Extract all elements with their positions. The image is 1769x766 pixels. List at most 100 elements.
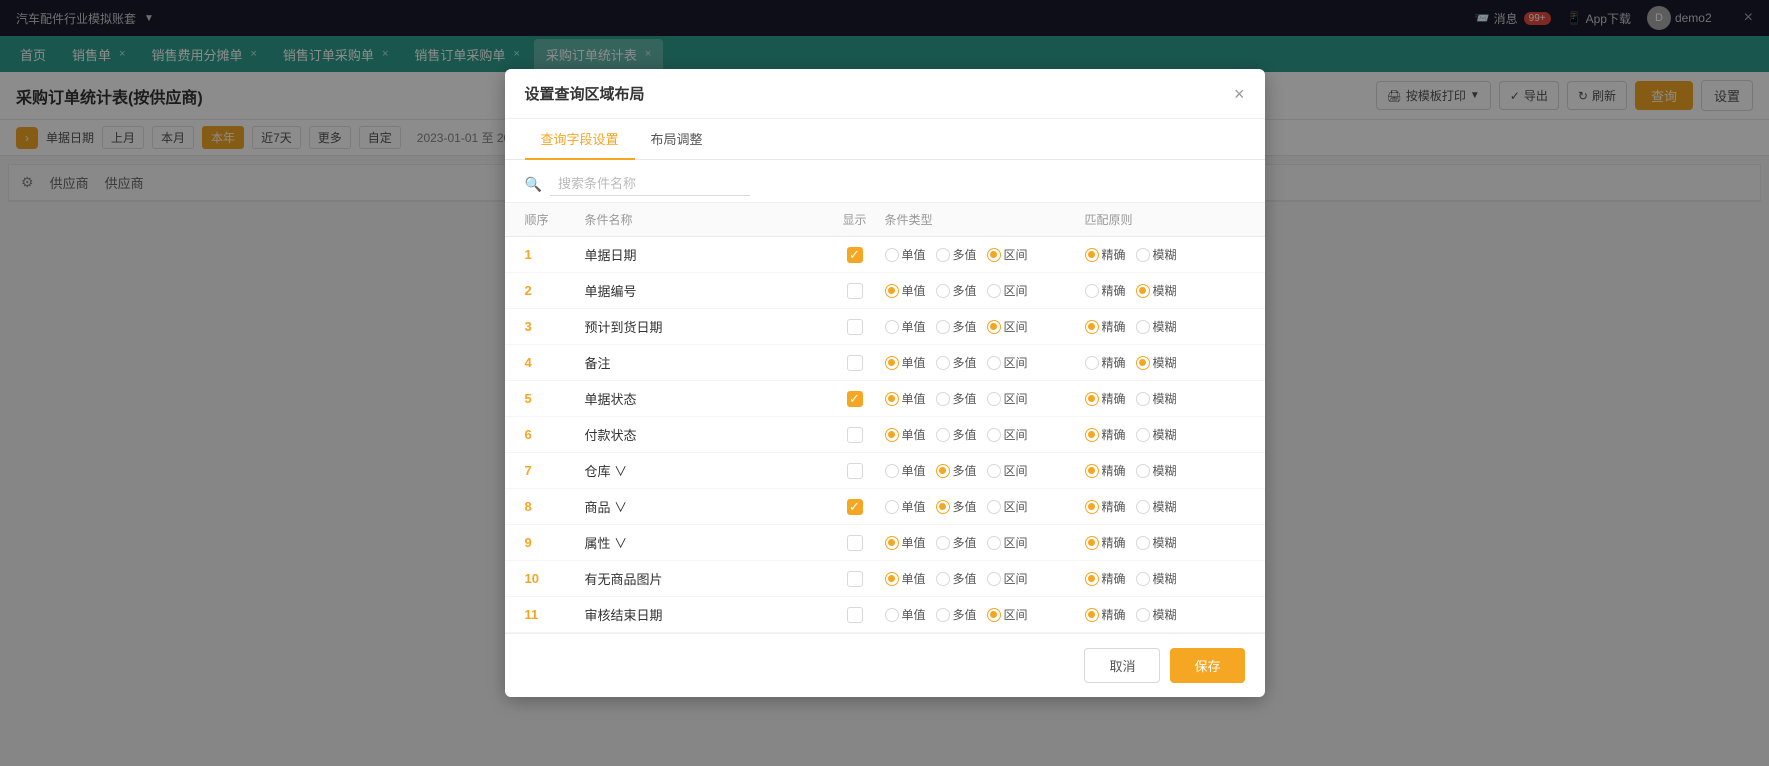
type-option-区间[interactable]: 区间 — [987, 390, 1028, 407]
type-option-单值[interactable]: 单值 — [885, 426, 926, 443]
type-option-多值[interactable]: 多值 — [936, 282, 977, 299]
checkbox-display-4[interactable] — [847, 355, 863, 371]
checkbox-display-5[interactable]: ✓ — [847, 391, 863, 407]
checkbox-display-1[interactable]: ✓ — [847, 247, 863, 263]
type-option-多值[interactable]: 多值 — [936, 606, 977, 623]
condition-display-11[interactable] — [825, 607, 885, 623]
condition-display-1[interactable]: ✓ — [825, 247, 885, 263]
checkbox-display-3[interactable] — [847, 319, 863, 335]
type-option-区间[interactable]: 区间 — [987, 426, 1028, 443]
match-option-精确[interactable]: 精确 — [1085, 354, 1126, 371]
type-option-多值[interactable]: 多值 — [936, 246, 977, 263]
checkbox-display-6[interactable] — [847, 427, 863, 443]
type-option-区间[interactable]: 区间 — [987, 318, 1028, 335]
search-input[interactable] — [550, 172, 750, 196]
checkbox-display-10[interactable] — [847, 571, 863, 587]
condition-row: 2单据编号单值多值区间精确模糊 — [505, 273, 1265, 309]
match-option-精确[interactable]: 精确 — [1085, 462, 1126, 479]
type-option-单值[interactable]: 单值 — [885, 534, 926, 551]
match-option-模糊[interactable]: 模糊 — [1136, 498, 1177, 515]
type-option-单值[interactable]: 单值 — [885, 390, 926, 407]
condition-order-1: 1 — [525, 247, 585, 262]
condition-match-5: 精确模糊 — [1085, 390, 1245, 407]
condition-display-9[interactable] — [825, 535, 885, 551]
condition-display-7[interactable] — [825, 463, 885, 479]
checkbox-display-2[interactable] — [847, 283, 863, 299]
type-option-区间[interactable]: 区间 — [987, 498, 1028, 515]
type-option-区间[interactable]: 区间 — [987, 282, 1028, 299]
type-option-单值[interactable]: 单值 — [885, 318, 926, 335]
type-option-多值[interactable]: 多值 — [936, 462, 977, 479]
type-option-多值[interactable]: 多值 — [936, 390, 977, 407]
radio-circle-match-模糊 — [1136, 500, 1150, 514]
condition-display-5[interactable]: ✓ — [825, 391, 885, 407]
type-option-多值[interactable]: 多值 — [936, 318, 977, 335]
match-option-精确[interactable]: 精确 — [1085, 318, 1126, 335]
radio-circle-match-精确 — [1085, 536, 1099, 550]
condition-display-4[interactable] — [825, 355, 885, 371]
type-option-区间[interactable]: 区间 — [987, 246, 1028, 263]
condition-display-10[interactable] — [825, 571, 885, 587]
condition-name-8: 商品 ∨ — [585, 497, 825, 516]
condition-display-8[interactable]: ✓ — [825, 499, 885, 515]
radio-circle-type-多值 — [936, 536, 950, 550]
condition-row: 7仓库 ∨单值多值区间精确模糊 — [505, 453, 1265, 489]
type-option-单值[interactable]: 单值 — [885, 498, 926, 515]
checkbox-display-7[interactable] — [847, 463, 863, 479]
radio-circle-type-单值 — [885, 248, 899, 262]
checkbox-display-11[interactable] — [847, 607, 863, 623]
condition-type-8: 单值多值区间 — [885, 498, 1085, 515]
type-option-单值[interactable]: 单值 — [885, 570, 926, 587]
type-option-单值[interactable]: 单值 — [885, 282, 926, 299]
type-option-多值[interactable]: 多值 — [936, 534, 977, 551]
match-option-模糊[interactable]: 模糊 — [1136, 318, 1177, 335]
match-option-精确[interactable]: 精确 — [1085, 426, 1126, 443]
match-option-精确[interactable]: 精确 — [1085, 282, 1126, 299]
match-option-精确[interactable]: 精确 — [1085, 498, 1126, 515]
dialog-tab-query-fields[interactable]: 查询字段设置 — [525, 119, 635, 160]
type-option-区间[interactable]: 区间 — [987, 462, 1028, 479]
type-option-区间[interactable]: 区间 — [987, 570, 1028, 587]
match-option-精确[interactable]: 精确 — [1085, 390, 1126, 407]
radio-circle-match-精确 — [1085, 356, 1099, 370]
type-option-单值[interactable]: 单值 — [885, 606, 926, 623]
type-option-多值[interactable]: 多值 — [936, 498, 977, 515]
match-option-精确[interactable]: 精确 — [1085, 606, 1126, 623]
condition-match-8: 精确模糊 — [1085, 498, 1245, 515]
type-option-区间[interactable]: 区间 — [987, 606, 1028, 623]
type-option-区间[interactable]: 区间 — [987, 534, 1028, 551]
checkbox-display-8[interactable]: ✓ — [847, 499, 863, 515]
type-option-单值[interactable]: 单值 — [885, 354, 926, 371]
match-option-模糊[interactable]: 模糊 — [1136, 246, 1177, 263]
type-option-多值[interactable]: 多值 — [936, 354, 977, 371]
match-option-模糊[interactable]: 模糊 — [1136, 282, 1177, 299]
radio-circle-type-区间 — [987, 392, 1001, 406]
conditions-table-header: 顺序 条件名称 显示 条件类型 匹配原则 — [505, 203, 1265, 237]
match-option-模糊[interactable]: 模糊 — [1136, 606, 1177, 623]
match-option-模糊[interactable]: 模糊 — [1136, 354, 1177, 371]
type-option-单值[interactable]: 单值 — [885, 246, 926, 263]
match-option-模糊[interactable]: 模糊 — [1136, 390, 1177, 407]
radio-circle-type-区间 — [987, 284, 1001, 298]
checkbox-display-9[interactable] — [847, 535, 863, 551]
match-option-模糊[interactable]: 模糊 — [1136, 570, 1177, 587]
radio-circle-type-区间 — [987, 356, 1001, 370]
dialog-close-button[interactable]: × — [1234, 85, 1245, 103]
type-option-多值[interactable]: 多值 — [936, 426, 977, 443]
save-button[interactable]: 保存 — [1170, 648, 1244, 683]
cancel-button[interactable]: 取消 — [1084, 648, 1160, 683]
dialog-tab-layout[interactable]: 布局调整 — [635, 119, 719, 160]
condition-display-6[interactable] — [825, 427, 885, 443]
dialog-title: 设置查询区域布局 — [525, 83, 645, 104]
match-option-精确[interactable]: 精确 — [1085, 570, 1126, 587]
type-option-区间[interactable]: 区间 — [987, 354, 1028, 371]
condition-display-2[interactable] — [825, 283, 885, 299]
match-option-模糊[interactable]: 模糊 — [1136, 534, 1177, 551]
type-option-单值[interactable]: 单值 — [885, 462, 926, 479]
condition-display-3[interactable] — [825, 319, 885, 335]
match-option-精确[interactable]: 精确 — [1085, 534, 1126, 551]
match-option-精确[interactable]: 精确 — [1085, 246, 1126, 263]
match-option-模糊[interactable]: 模糊 — [1136, 426, 1177, 443]
match-option-模糊[interactable]: 模糊 — [1136, 462, 1177, 479]
type-option-多值[interactable]: 多值 — [936, 570, 977, 587]
